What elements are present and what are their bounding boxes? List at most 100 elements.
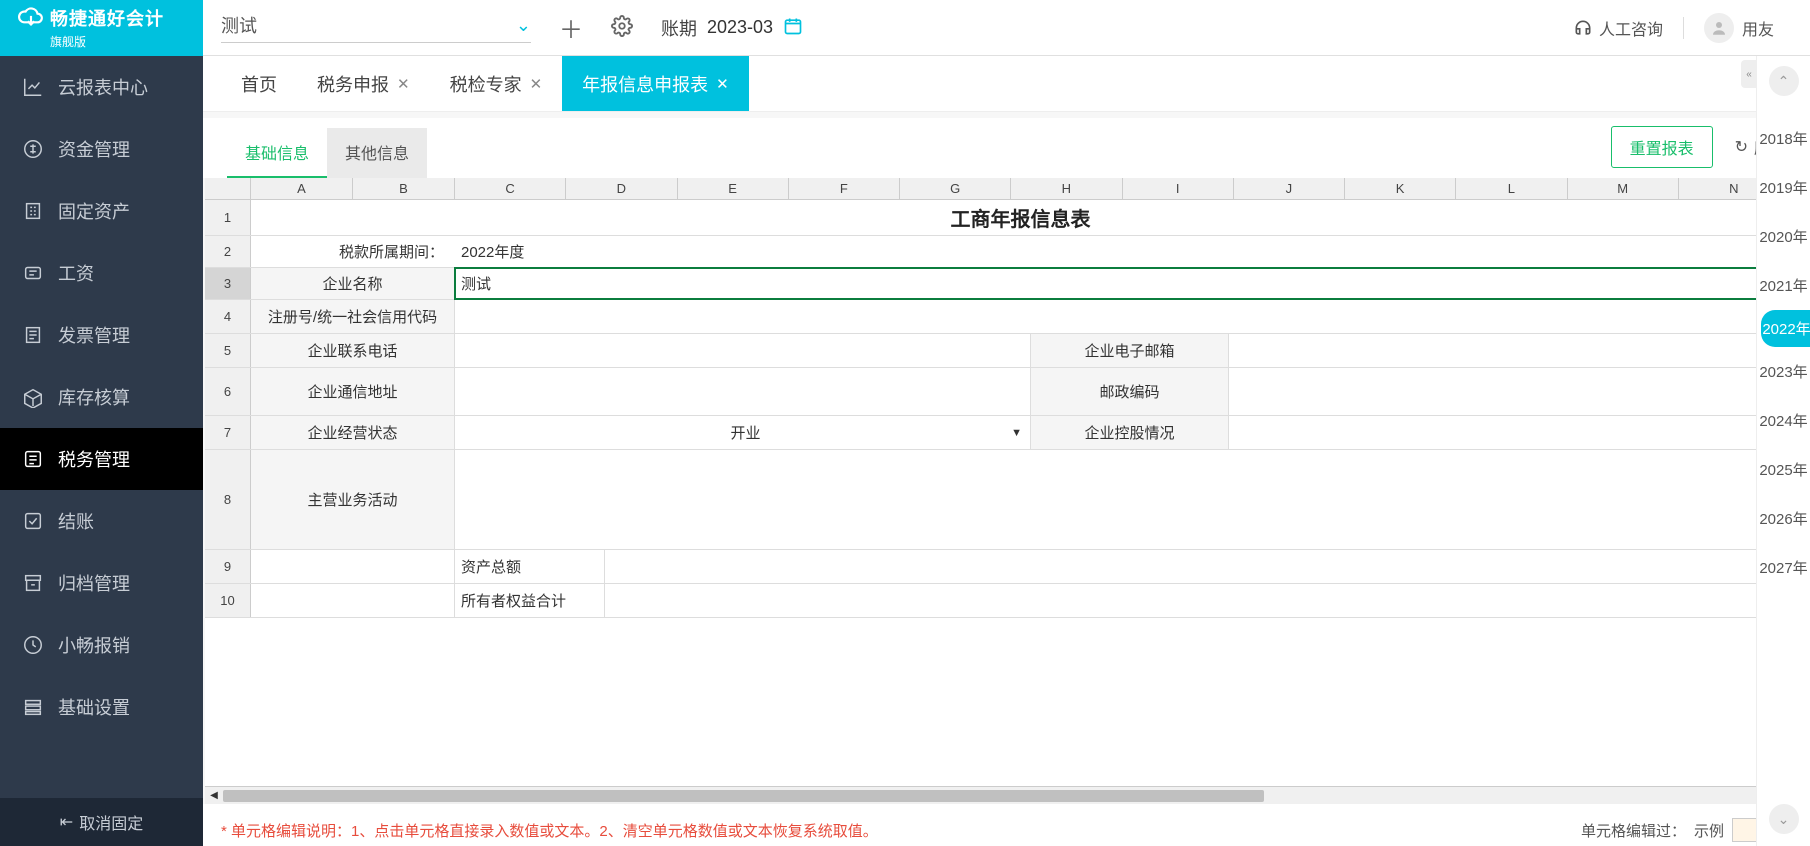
add-button[interactable]: ＋ bbox=[559, 10, 583, 45]
holding-cell[interactable] bbox=[1229, 416, 1790, 449]
phone-cell[interactable] bbox=[455, 334, 1031, 367]
col-header-G[interactable]: G bbox=[900, 178, 1011, 199]
year-2026年[interactable]: 2026年 bbox=[1757, 494, 1810, 543]
sidebar-item-settings[interactable]: 基础设置 bbox=[0, 676, 203, 738]
company-name-cell[interactable]: 测试 bbox=[455, 268, 1790, 299]
year-2024年[interactable]: 2024年 bbox=[1757, 396, 1810, 445]
sidebar-item-expense[interactable]: 小畅报销 bbox=[0, 614, 203, 676]
address-cell[interactable] bbox=[455, 368, 1031, 415]
sidebar: ◀ 云报表中心资金管理固定资产工资发票管理库存核算税务管理结账归档管理小畅报销基… bbox=[0, 56, 203, 846]
sidebar-item-chart[interactable]: 云报表中心 bbox=[0, 56, 203, 118]
year-2027年[interactable]: 2027年 bbox=[1757, 543, 1810, 592]
close-icon[interactable]: ✕ bbox=[397, 75, 410, 93]
year-bar-collapse[interactable]: « bbox=[1741, 60, 1757, 88]
sidebar-item-salary[interactable]: 工资 bbox=[0, 242, 203, 304]
year-2022年[interactable]: 2022年 bbox=[1761, 310, 1810, 347]
col-header-B[interactable]: B bbox=[353, 178, 455, 199]
tab-label: 税务申报 bbox=[317, 71, 389, 97]
calendar-icon[interactable] bbox=[783, 16, 803, 39]
col-header-C[interactable]: C bbox=[455, 178, 566, 199]
col-header-J[interactable]: J bbox=[1234, 178, 1345, 199]
sidebar-item-building[interactable]: 固定资产 bbox=[0, 180, 203, 242]
col-header-K[interactable]: K bbox=[1345, 178, 1456, 199]
sheet-corner[interactable] bbox=[205, 178, 251, 199]
row-header-3[interactable]: 3 bbox=[205, 268, 251, 299]
user-menu[interactable]: 用友 bbox=[1704, 13, 1774, 43]
sidebar-item-close-period[interactable]: 结账 bbox=[0, 490, 203, 552]
brand-name: 畅捷通好会计 bbox=[50, 5, 164, 31]
col-header-L[interactable]: L bbox=[1456, 178, 1567, 199]
horizontal-scrollbar[interactable]: ◀ ▶ bbox=[205, 786, 1772, 804]
sidebar-item-label: 库存核算 bbox=[58, 384, 130, 410]
sidebar-unpin[interactable]: ⇤ 取消固定 bbox=[0, 798, 203, 846]
postcode-cell[interactable] bbox=[1229, 368, 1790, 415]
close-icon[interactable]: ✕ bbox=[716, 75, 729, 93]
row-header-2[interactable]: 2 bbox=[205, 236, 251, 267]
op-status-cell[interactable]: 开业 ▼ bbox=[455, 416, 1031, 449]
h-scroll-thumb[interactable] bbox=[223, 790, 1264, 802]
edited-label: 单元格编辑过： bbox=[1581, 820, 1686, 841]
tab-2[interactable]: 税检专家✕ bbox=[430, 56, 563, 111]
tab-label: 年报信息申报表 bbox=[582, 71, 708, 97]
col-header-A[interactable]: A bbox=[251, 178, 353, 199]
year-2023年[interactable]: 2023年 bbox=[1757, 347, 1810, 396]
tab-3[interactable]: 年报信息申报表 ✕ bbox=[562, 56, 749, 111]
row-header-4[interactable]: 4 bbox=[205, 300, 251, 333]
support-label: 人工咨询 bbox=[1599, 16, 1663, 40]
reg-code-label: 注册号/统一社会信用代码 bbox=[251, 300, 455, 333]
sidebar-item-tax[interactable]: 税务管理 bbox=[0, 428, 203, 490]
scroll-down-years[interactable]: ⌄ bbox=[1769, 804, 1799, 834]
pin-icon: ⇤ bbox=[60, 812, 73, 832]
avatar-icon bbox=[1704, 13, 1734, 43]
row-header-6[interactable]: 6 bbox=[205, 368, 251, 415]
tab-0[interactable]: 首页 bbox=[221, 56, 297, 111]
sidebar-item-inventory[interactable]: 库存核算 bbox=[0, 366, 203, 428]
support-link[interactable]: 人工咨询 bbox=[1573, 16, 1663, 40]
year-2019年[interactable]: 2019年 bbox=[1757, 163, 1810, 212]
col-header-E[interactable]: E bbox=[678, 178, 789, 199]
salary-icon bbox=[22, 262, 44, 284]
tab-1[interactable]: 税务申报 ✕ bbox=[297, 56, 430, 111]
sidebar-item-archive[interactable]: 归档管理 bbox=[0, 552, 203, 614]
row-header-10[interactable]: 10 bbox=[205, 584, 251, 617]
owner-equity-cell[interactable] bbox=[605, 584, 1790, 617]
reg-code-cell[interactable] bbox=[455, 300, 1790, 333]
scroll-up-years[interactable]: ⌃ bbox=[1769, 66, 1799, 96]
subtab-1[interactable]: 其他信息 bbox=[327, 128, 427, 178]
col-header-D[interactable]: D bbox=[566, 178, 677, 199]
year-2021年[interactable]: 2021年 bbox=[1757, 261, 1810, 310]
close-icon[interactable]: ✕ bbox=[530, 75, 543, 93]
year-2020年[interactable]: 2020年 bbox=[1757, 212, 1810, 261]
email-cell[interactable] bbox=[1229, 334, 1790, 367]
money-icon bbox=[22, 138, 44, 160]
col-header-H[interactable]: H bbox=[1011, 178, 1122, 199]
period-value: 2023-03 bbox=[707, 17, 773, 38]
row-header-5[interactable]: 5 bbox=[205, 334, 251, 367]
row-header-9[interactable]: 9 bbox=[205, 550, 251, 583]
row-header-7[interactable]: 7 bbox=[205, 416, 251, 449]
year-2025年[interactable]: 2025年 bbox=[1757, 445, 1810, 494]
sidebar-item-invoice[interactable]: 发票管理 bbox=[0, 304, 203, 366]
invoice-icon bbox=[22, 324, 44, 346]
company-selector[interactable]: 测试 ⌄ bbox=[221, 12, 531, 43]
sidebar-unpin-label: 取消固定 bbox=[79, 810, 143, 834]
row-header-8[interactable]: 8 bbox=[205, 450, 251, 549]
row-header-1[interactable]: 1 bbox=[205, 200, 251, 235]
sidebar-item-label: 发票管理 bbox=[58, 322, 130, 348]
sidebar-item-money[interactable]: 资金管理 bbox=[0, 118, 203, 180]
holding-label: 企业控股情况 bbox=[1031, 416, 1229, 449]
col-header-M[interactable]: M bbox=[1568, 178, 1679, 199]
total-assets-cell[interactable] bbox=[605, 550, 1790, 583]
year-2018年[interactable]: 2018年 bbox=[1757, 114, 1810, 163]
subtab-0[interactable]: 基础信息 bbox=[227, 128, 327, 178]
dropdown-icon: ▼ bbox=[1011, 427, 1022, 439]
col-header-I[interactable]: I bbox=[1123, 178, 1234, 199]
sidebar-item-label: 归档管理 bbox=[58, 570, 130, 596]
sidebar-item-label: 固定资产 bbox=[58, 198, 130, 224]
main-activity-cell[interactable] bbox=[455, 450, 1790, 549]
scroll-left-icon[interactable]: ◀ bbox=[205, 790, 223, 801]
col-header-F[interactable]: F bbox=[789, 178, 900, 199]
reset-report-button[interactable]: 重置报表 bbox=[1611, 126, 1713, 168]
settings-gear-icon[interactable] bbox=[611, 15, 633, 40]
phone-label: 企业联系电话 bbox=[251, 334, 455, 367]
